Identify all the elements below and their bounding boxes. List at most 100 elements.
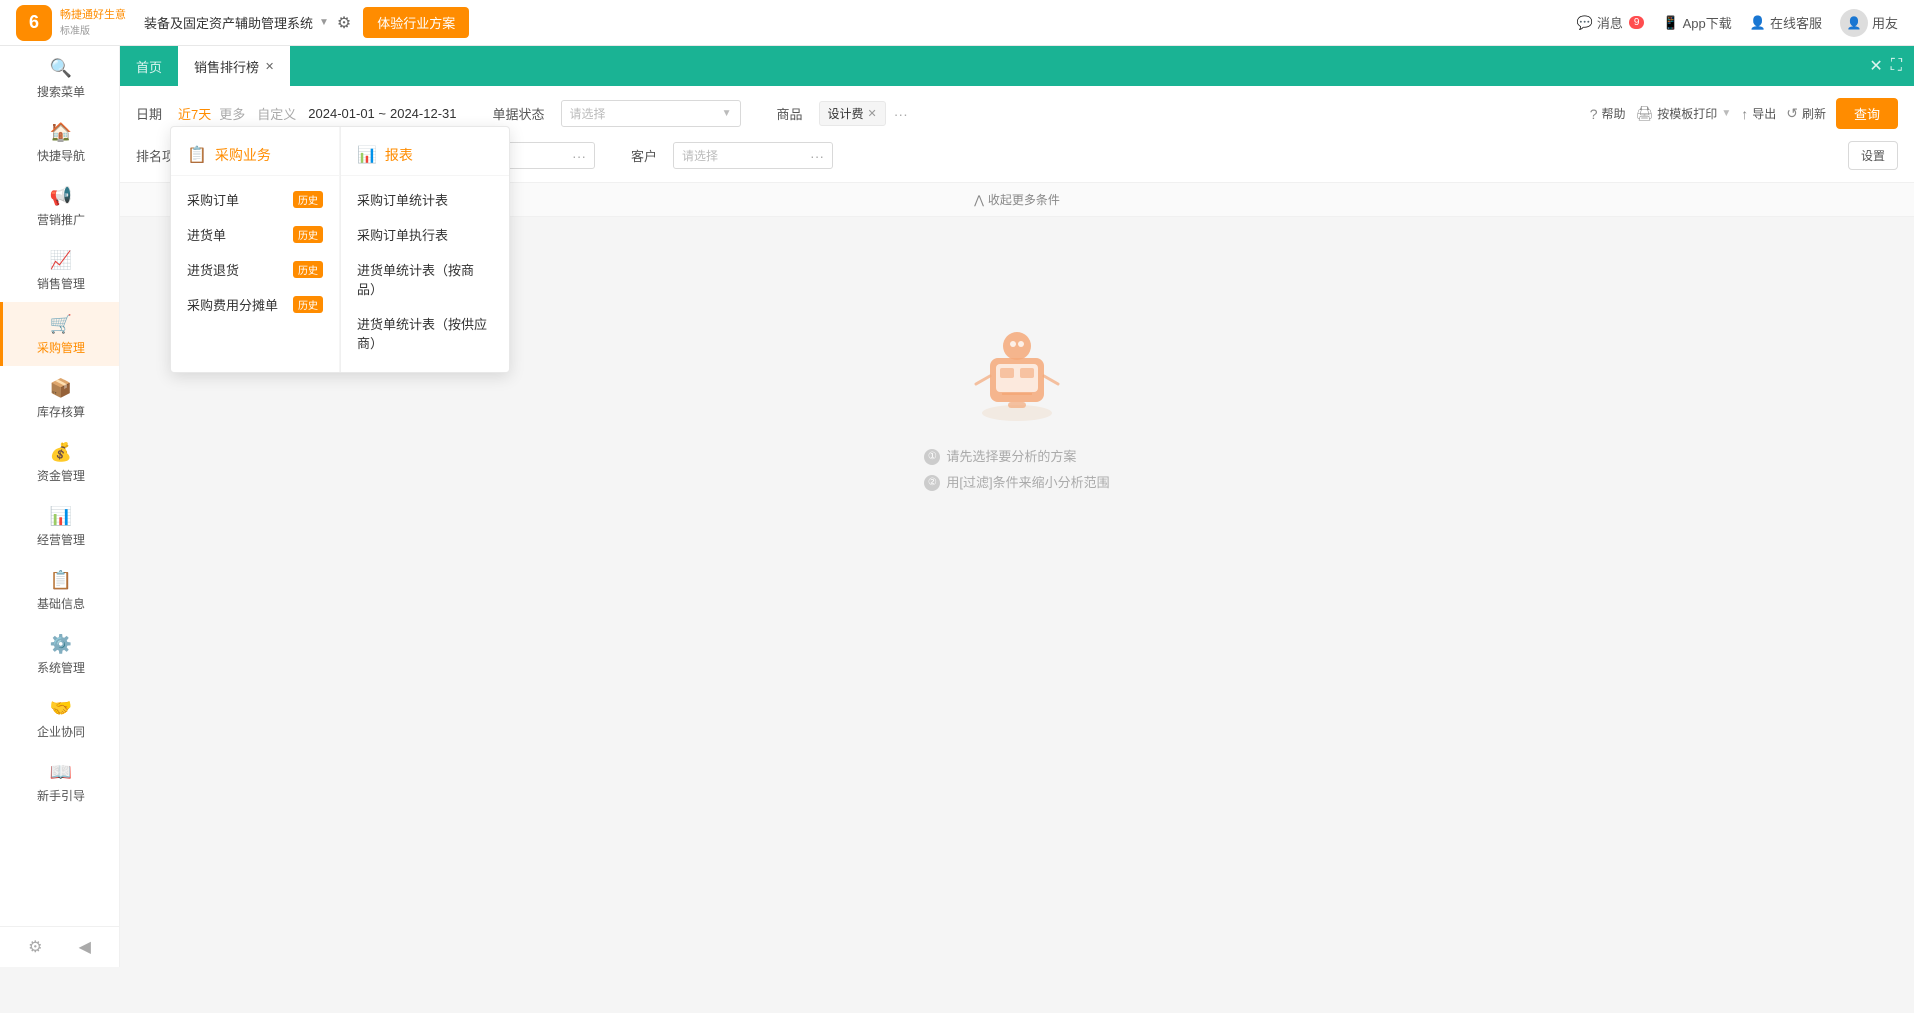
search-icon: 🔍	[50, 58, 72, 79]
dropdown-col-report: 📊 报表 采购订单统计表 采购订单执行表 进货单统计表（按商品） 进货单统计表（…	[341, 127, 509, 372]
logo: 6 畅捷通好生意 标准版	[16, 5, 136, 41]
sales-icon: 📈	[50, 250, 72, 271]
tab-close-icon[interactable]: ✕	[265, 60, 274, 73]
main-area: 首页 销售排行榜 ✕ ✕ ⛶ 日期 近7天 更多 自定义 2024-01-01 …	[120, 46, 1914, 967]
history-badge-1: 历史	[293, 226, 323, 243]
expand-icon[interactable]: ⛶	[1891, 57, 1902, 75]
sidebar-item-label: 采购管理	[37, 339, 85, 356]
dropdown-item-purchase-order[interactable]: 采购订单 历史	[171, 182, 339, 217]
date-label: 日期	[136, 104, 162, 123]
empty-hint-1: ① 请先选择要分析的方案	[924, 444, 1109, 470]
sidebar-item-cooperation[interactable]: 🤝 企业协同	[0, 686, 119, 750]
dropdown-item-incoming-stats-goods[interactable]: 进货单统计表（按商品）	[341, 252, 509, 306]
salesperson-dots[interactable]: ···	[572, 148, 586, 164]
dropdown-item-expense[interactable]: 采购费用分摊单 历史	[171, 287, 339, 322]
sidebar-item-quick-nav[interactable]: 🏠 快捷导航	[0, 110, 119, 174]
sidebar-item-inventory[interactable]: 📦 库存核算	[0, 366, 119, 430]
tab-sales-rank[interactable]: 销售排行榜 ✕	[178, 46, 290, 86]
print-btn[interactable]: 🖨 按模板打印 ▼	[1636, 105, 1732, 122]
goods-tag-remove[interactable]: ✕	[868, 107, 877, 120]
customer-select[interactable]: 请选择 ···	[673, 142, 833, 169]
sidebar-item-basic-info[interactable]: 📋 基础信息	[0, 558, 119, 622]
tab-home-label: 首页	[136, 57, 162, 76]
guide-icon: 📖	[50, 762, 72, 783]
date-end: 2024-12-31	[390, 106, 457, 121]
finance-icon: 💰	[50, 442, 72, 463]
collapse-btn[interactable]: ⋀ 收起更多条件	[974, 191, 1060, 208]
date-range-custom[interactable]: 自定义	[257, 104, 296, 123]
refresh-btn[interactable]: ↺ 刷新	[1786, 105, 1826, 122]
close-window-icon[interactable]: ✕	[1869, 56, 1882, 76]
sidebar-item-sales[interactable]: 📈 销售管理	[0, 238, 119, 302]
message-icon: 💬	[1577, 15, 1593, 31]
help-btn[interactable]: ? 帮助	[1590, 105, 1626, 122]
help-icon: ?	[1590, 106, 1598, 122]
sidebar-item-label: 搜索菜单	[37, 83, 85, 100]
sidebar-item-finance[interactable]: 💰 资金管理	[0, 430, 119, 494]
sidebar-item-guide[interactable]: 📖 新手引导	[0, 750, 119, 814]
sidebar-item-label: 经营管理	[37, 531, 85, 548]
sidebar-item-operations[interactable]: 📊 经营管理	[0, 494, 119, 558]
system-dropdown-arrow[interactable]: ▼	[319, 17, 329, 28]
date-range-more[interactable]: 更多	[219, 104, 245, 123]
settings-bottom-icon[interactable]: ⚙	[28, 937, 42, 957]
customer-label: 客户	[631, 146, 657, 165]
empty-svg	[962, 318, 1072, 428]
sidebar: 🔍 搜索菜单 🏠 快捷导航 📢 营销推广 📈 销售管理 🛒 采购管理 📦 库存核…	[0, 46, 120, 967]
sidebar-item-label: 系统管理	[37, 659, 85, 676]
inventory-icon: 📦	[50, 378, 72, 399]
purchase-col-icon: 📋	[187, 145, 207, 165]
print-dropdown-arrow[interactable]: ▼	[1721, 108, 1731, 119]
date-range-prefix[interactable]: 近7天	[178, 104, 211, 123]
goods-filter: 设计费 ✕ ···	[819, 101, 908, 126]
dropdown-item-incoming[interactable]: 进货单 历史	[171, 217, 339, 252]
sidebar-item-marketing[interactable]: 📢 营销推广	[0, 174, 119, 238]
purchase-dropdown-menu: 📋 采购业务 采购订单 历史 进货单 历史 进货退货 历史 采购费用分摊单	[170, 126, 510, 373]
user-btn[interactable]: 👤 用友	[1840, 9, 1898, 37]
message-btn[interactable]: 💬 消息 9	[1577, 13, 1645, 32]
sidebar-item-label: 企业协同	[37, 723, 85, 740]
voucher-status-label: 单据状态	[492, 104, 544, 123]
gear-icon[interactable]: ⚙	[337, 13, 351, 33]
logo-icon: 6	[16, 5, 52, 41]
voucher-status-select[interactable]: 请选择 ▼	[561, 100, 741, 127]
dropdown-item-incoming-stats-supplier[interactable]: 进货单统计表（按供应商）	[341, 306, 509, 360]
customer-dots[interactable]: ···	[810, 148, 824, 164]
sidebar-item-purchase[interactable]: 🛒 采购管理	[0, 302, 119, 366]
print-icon: 🖨	[1636, 105, 1654, 122]
sidebar-item-system[interactable]: ⚙️ 系统管理	[0, 622, 119, 686]
tabbar-actions: ✕ ⛶	[1869, 56, 1914, 76]
app-download-btn[interactable]: 📱 App下载	[1662, 13, 1731, 32]
online-service-btn[interactable]: 👤 在线客服	[1750, 13, 1822, 32]
goods-more-dots[interactable]: ···	[894, 106, 908, 122]
sidebar-item-search[interactable]: 🔍 搜索菜单	[0, 46, 119, 110]
collapse-sidebar-icon[interactable]: ◀	[79, 937, 91, 957]
empty-hint-2: ② 用[过滤]条件来缩小分析范围	[924, 470, 1109, 496]
settings-button[interactable]: 设置	[1848, 141, 1898, 170]
toolbar-right: ? 帮助 🖨 按模板打印 ▼ ↑ 导出 ↺ 刷新	[1590, 98, 1898, 129]
sidebar-item-label: 资金管理	[37, 467, 85, 484]
date-value: 近7天 更多 自定义 2024-01-01 ~ 2024-12-31	[178, 104, 456, 123]
basic-info-icon: 📋	[50, 570, 72, 591]
report-col-icon: 📊	[357, 145, 377, 165]
message-badge: 9	[1629, 16, 1645, 29]
sidebar-item-label: 快捷导航	[37, 147, 85, 164]
topbar: 6 畅捷通好生意 标准版 装备及固定资产辅助管理系统 ▼ ⚙ 体验行业方案 💬 …	[0, 0, 1914, 46]
dropdown-col-report-header: 📊 报表	[341, 139, 509, 176]
dropdown-item-order-stats[interactable]: 采购订单统计表	[341, 182, 509, 217]
export-btn[interactable]: ↑ 导出	[1741, 105, 1776, 122]
tab-home[interactable]: 首页	[120, 46, 178, 86]
sidebar-bottom: ⚙ ◀	[0, 926, 119, 967]
trial-button[interactable]: 体验行业方案	[363, 7, 469, 38]
dropdown-col-purchase: 📋 采购业务 采购订单 历史 进货单 历史 进货退货 历史 采购费用分摊单	[171, 127, 340, 372]
dropdown-item-return[interactable]: 进货退货 历史	[171, 252, 339, 287]
tab-sales-rank-label: 销售排行榜	[194, 57, 259, 76]
dropdown-col-purchase-header: 📋 采购业务	[171, 139, 339, 176]
dropdown-item-order-exec[interactable]: 采购订单执行表	[341, 217, 509, 252]
topbar-right: 💬 消息 9 📱 App下载 👤 在线客服 👤 用友	[1577, 9, 1898, 37]
goods-tag[interactable]: 设计费 ✕	[819, 101, 886, 126]
goods-label: 商品	[777, 104, 803, 123]
home-icon: 🏠	[50, 122, 72, 143]
query-button[interactable]: 查询	[1836, 98, 1898, 129]
system-name: 装备及固定资产辅助管理系统 ▼	[144, 13, 329, 32]
